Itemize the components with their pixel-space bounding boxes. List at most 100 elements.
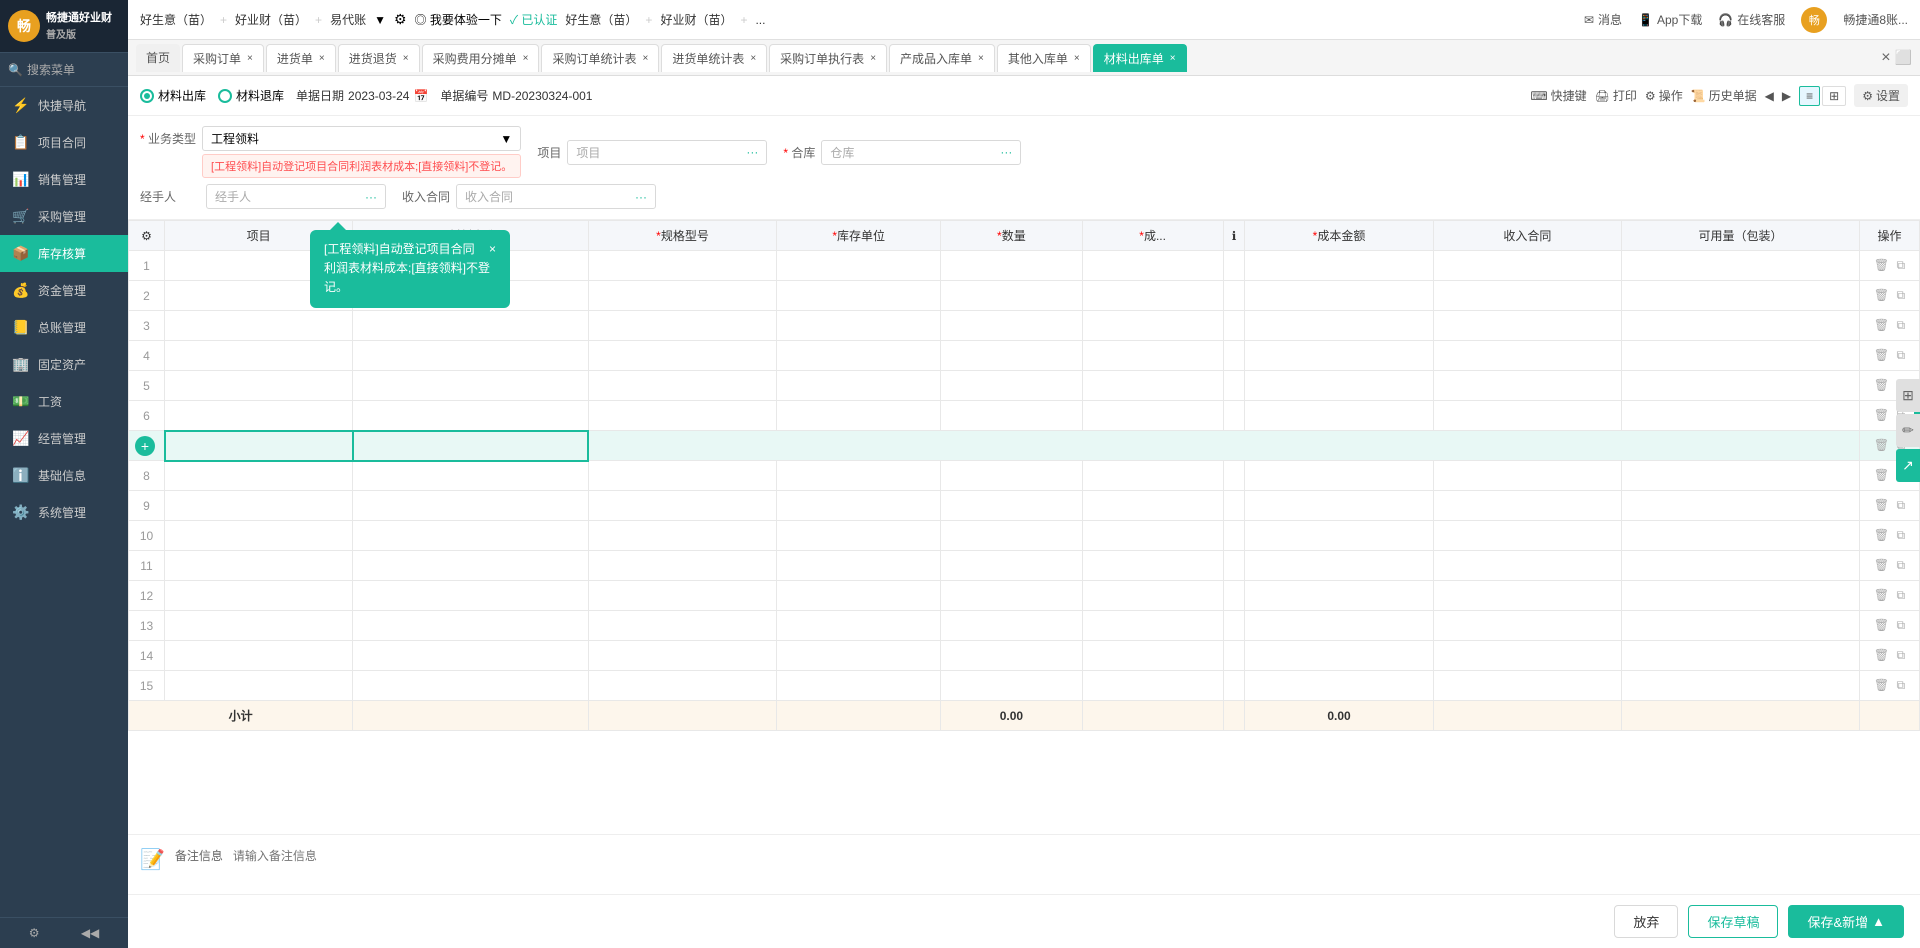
tooltip-close-btn[interactable]: × bbox=[489, 240, 496, 259]
add-row-btn[interactable]: + bbox=[135, 436, 155, 456]
sidebar-item-system[interactable]: ⚙️ 系统管理 bbox=[0, 494, 128, 531]
topbar-vn1[interactable]: 好生意（苗） bbox=[565, 11, 637, 28]
topbar-vn3[interactable]: ... bbox=[755, 13, 765, 27]
sidebar-item-finance[interactable]: 💰 资金管理 bbox=[0, 272, 128, 309]
tab-close-purchase-order[interactable]: × bbox=[247, 53, 253, 64]
settings-gear-icon[interactable]: ⚙ bbox=[394, 11, 407, 28]
delete-row-icon[interactable]: 🗑 bbox=[1874, 558, 1889, 572]
copy-row-icon[interactable]: ⧉ bbox=[1897, 258, 1906, 272]
discard-btn[interactable]: 放弃 bbox=[1614, 905, 1678, 938]
sidebar-item-quicknav[interactable]: ⚡ 快捷导航 bbox=[0, 87, 128, 124]
business-type-select[interactable]: 工程领料 ▼ bbox=[202, 126, 521, 151]
tab-close-window[interactable]: × bbox=[1881, 49, 1890, 67]
copy-row-icon[interactable]: ⧉ bbox=[1897, 588, 1906, 602]
delete-row-icon[interactable]: 🗑 bbox=[1874, 378, 1889, 392]
tab-order-exec[interactable]: 采购订单执行表 × bbox=[769, 44, 887, 72]
operations-btn[interactable]: ⚙ 操作 bbox=[1645, 87, 1683, 104]
tab-close-product-storage[interactable]: × bbox=[978, 53, 984, 64]
tab-close-material-out[interactable]: × bbox=[1170, 53, 1176, 64]
sidebar-item-ledger[interactable]: 📒 总账管理 bbox=[0, 309, 128, 346]
topbar-nav2[interactable]: 好业财（苗） bbox=[235, 11, 307, 28]
delete-row-icon[interactable]: 🗑 bbox=[1874, 498, 1889, 512]
delete-row-icon[interactable]: 🗑 bbox=[1874, 618, 1889, 632]
copy-row-icon[interactable]: ⧉ bbox=[1897, 528, 1906, 542]
tab-close-goods-stat[interactable]: × bbox=[750, 53, 756, 64]
tab-close-goods-receipt[interactable]: × bbox=[319, 53, 325, 64]
tab-restore-window[interactable]: ⬜ bbox=[1895, 49, 1912, 66]
shortcut-btn[interactable]: ⌨ 快捷键 bbox=[1530, 87, 1586, 104]
copy-row-icon[interactable]: ⧉ bbox=[1897, 618, 1906, 632]
tab-purchase-expense[interactable]: 采购费用分摊单 × bbox=[422, 44, 540, 72]
radio-material-out[interactable]: 材料出库 bbox=[140, 87, 206, 104]
delete-row-icon[interactable]: 🗑 bbox=[1874, 408, 1889, 422]
sidebar-settings-icon[interactable]: ⚙ bbox=[29, 926, 40, 940]
delete-row-icon[interactable]: 🗑 bbox=[1874, 678, 1889, 692]
tab-goods-stat[interactable]: 进货单统计表 × bbox=[661, 44, 767, 72]
project-input[interactable]: 项目 ··· bbox=[567, 140, 767, 165]
notes-input[interactable] bbox=[233, 843, 1908, 875]
user-avatar[interactable]: 畅 bbox=[1801, 7, 1827, 33]
online-service-btn[interactable]: 🎧 在线客服 bbox=[1718, 11, 1785, 28]
copy-row-icon[interactable]: ⧉ bbox=[1897, 288, 1906, 302]
nav-next-icon[interactable]: ▶ bbox=[1782, 89, 1791, 103]
right-tool-2[interactable]: ✏ bbox=[1896, 414, 1920, 447]
topbar-check-icon[interactable]: ◎ 我要体验一下 bbox=[415, 11, 502, 28]
copy-row-icon[interactable]: ⧉ bbox=[1897, 558, 1906, 572]
sidebar-item-sales[interactable]: 📊 销售管理 bbox=[0, 161, 128, 198]
tab-close-purchase-stat[interactable]: × bbox=[642, 53, 648, 64]
contract-dots-icon[interactable]: ··· bbox=[635, 190, 647, 204]
topbar-nav1[interactable]: 好生意（苗） bbox=[140, 11, 212, 28]
num-value[interactable]: MD-20230324-001 bbox=[492, 89, 592, 103]
delete-row-icon[interactable]: 🗑 bbox=[1874, 318, 1889, 332]
view-grid-btn[interactable]: ⊞ bbox=[1822, 86, 1846, 106]
tab-goods-return[interactable]: 进货退货 × bbox=[338, 44, 420, 72]
warehouse-input[interactable]: 仓库 ··· bbox=[821, 140, 1021, 165]
nav-prev-icon[interactable]: ◀ bbox=[1765, 89, 1774, 103]
sidebar-item-payroll[interactable]: 💵 工资 bbox=[0, 383, 128, 420]
tab-material-out[interactable]: 材料出库单 × bbox=[1093, 44, 1187, 72]
sidebar-search[interactable]: 🔍 搜索菜单 bbox=[0, 53, 128, 87]
delete-row-icon[interactable]: 🗑 bbox=[1874, 468, 1889, 482]
sidebar-item-assets[interactable]: 🏢 固定资产 bbox=[0, 346, 128, 383]
contract-input[interactable]: 收入合同 ··· bbox=[456, 184, 656, 209]
delete-row-icon[interactable]: 🗑 bbox=[1874, 348, 1889, 362]
right-tool-1[interactable]: ⊞ bbox=[1896, 379, 1920, 412]
right-tool-3[interactable]: ↗ bbox=[1896, 449, 1920, 482]
radio-material-return[interactable]: 材料退库 bbox=[218, 87, 284, 104]
sidebar-item-project[interactable]: 📋 项目合同 bbox=[0, 124, 128, 161]
delete-row-icon[interactable]: 🗑 bbox=[1874, 588, 1889, 602]
app-download-btn[interactable]: 📱 App下载 bbox=[1638, 11, 1702, 28]
tab-purchase-order[interactable]: 采购订单 × bbox=[182, 44, 264, 72]
message-btn[interactable]: ✉ 消息 bbox=[1584, 11, 1622, 28]
tab-close-goods-return[interactable]: × bbox=[403, 53, 409, 64]
handler-dots-icon[interactable]: ··· bbox=[365, 190, 377, 204]
copy-row-icon[interactable]: ⧉ bbox=[1897, 678, 1906, 692]
view-list-btn[interactable]: ≡ bbox=[1799, 86, 1820, 106]
warehouse-dots-icon[interactable]: ··· bbox=[1000, 145, 1012, 159]
sidebar-item-purchase[interactable]: 🛒 采购管理 bbox=[0, 198, 128, 235]
delete-row-icon[interactable]: 🗑 bbox=[1874, 648, 1889, 662]
delete-row-icon[interactable]: 🗑 bbox=[1874, 528, 1889, 542]
history-btn[interactable]: 📜 历史单据 bbox=[1691, 87, 1757, 104]
topbar-vn2[interactable]: 好业财（苗） bbox=[660, 11, 732, 28]
topbar-nav3[interactable]: 易代账 bbox=[330, 11, 366, 28]
settings-btn[interactable]: ⚙ 设置 bbox=[1854, 84, 1908, 107]
table-container[interactable]: ⚙ 项目 *材料名称 *规格型号 *库存单位 *数量 *成... ℹ *成本金额… bbox=[128, 220, 1920, 834]
tab-close-order-exec[interactable]: × bbox=[870, 53, 876, 64]
sidebar-item-operations[interactable]: 📈 经营管理 bbox=[0, 420, 128, 457]
date-value[interactable]: 2023-03-24 bbox=[348, 89, 409, 103]
col-header-gear[interactable]: ⚙ bbox=[129, 221, 165, 251]
tab-close-other-storage[interactable]: × bbox=[1074, 53, 1080, 64]
tab-other-storage[interactable]: 其他入库单 × bbox=[997, 44, 1091, 72]
delete-row-icon[interactable]: 🗑 bbox=[1874, 288, 1889, 302]
print-btn[interactable]: 🖨 打印 bbox=[1595, 87, 1637, 104]
calendar-icon[interactable]: 📅 bbox=[413, 89, 428, 103]
tab-purchase-stat[interactable]: 采购订单统计表 × bbox=[541, 44, 659, 72]
copy-row-icon[interactable]: ⧉ bbox=[1897, 348, 1906, 362]
delete-row-icon[interactable]: 🗑 bbox=[1874, 258, 1889, 272]
tab-home[interactable]: 首页 bbox=[136, 44, 180, 72]
sidebar-collapse-icon[interactable]: ◀◀ bbox=[81, 926, 99, 940]
handler-input[interactable]: 经手人 ··· bbox=[206, 184, 386, 209]
delete-row-icon[interactable]: 🗑 bbox=[1874, 438, 1889, 452]
topbar-dropdown-icon[interactable]: ▼ bbox=[374, 13, 386, 27]
